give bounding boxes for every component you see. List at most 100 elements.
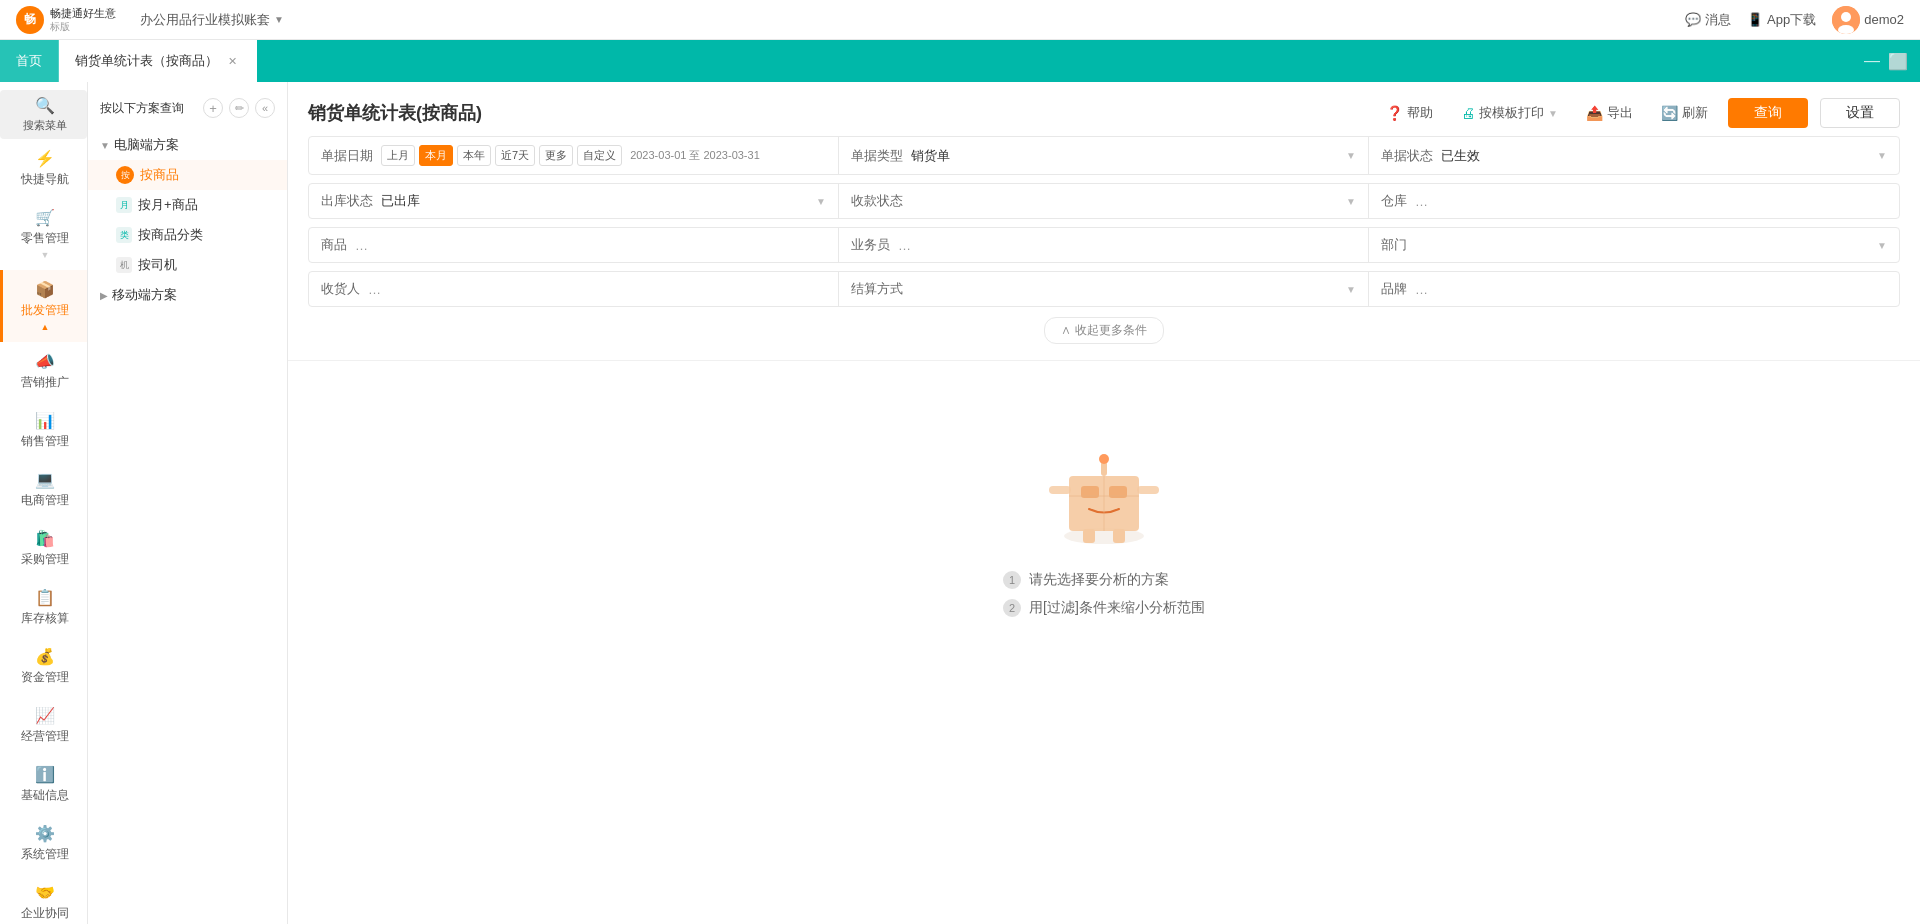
empty-hint-2: 2 用[过滤]条件来缩小分析范围: [1003, 599, 1205, 617]
print-icon: 🖨: [1461, 105, 1475, 121]
page-title-bar: 销货单统计表(按商品) ❓ 帮助 🖨 按模板打印 ▼ 📤 导出: [288, 82, 1920, 136]
purchase-label: 采购管理: [21, 551, 69, 568]
workspace-name: 办公用品行业模拟账套: [140, 11, 270, 29]
empty-hint-1: 1 请先选择要分析的方案: [1003, 571, 1205, 589]
pc-tree-arrow: ▼: [100, 140, 110, 151]
filter-cell-warehouse[interactable]: 仓库 …: [1369, 184, 1899, 218]
content-area: 按以下方案查询 + ✏ « ▼ 电脑端方案 按 按商品 月: [88, 82, 1920, 924]
sidebar-item-purchase[interactable]: 🛍️ 采购管理: [0, 519, 87, 578]
message-icon: 💬: [1685, 12, 1701, 27]
warehouse-label: 仓库: [1381, 192, 1407, 210]
tab-restore-button[interactable]: ⬜: [1888, 52, 1908, 71]
date-btn-custom[interactable]: 自定义: [577, 145, 622, 166]
tree-child-by-month-goods[interactable]: 月 按月+商品: [88, 190, 287, 220]
filter-cell-payment-status[interactable]: 收款状态 ▼: [839, 184, 1369, 218]
print-dropdown-arrow: ▼: [1548, 108, 1558, 119]
tree-parent-mobile[interactable]: ▶ 移动端方案: [88, 280, 287, 310]
warehouse-icon: 机: [116, 257, 132, 273]
doc-status-label: 单据状态: [1381, 147, 1433, 165]
sidebar-item-retail[interactable]: 🛒 零售管理 ▼: [0, 198, 87, 270]
username-label: demo2: [1864, 12, 1904, 27]
by-goods-category-label: 按商品分类: [138, 226, 203, 244]
wholesale-expand-icon: ▲: [41, 322, 50, 332]
sidebar-item-quick-nav[interactable]: ⚡ 快捷导航: [0, 139, 87, 198]
filter-row-1: 单据日期 上月 本月 本年 近7天 更多 自定义 2023-03-01 至 20…: [308, 136, 1900, 175]
tree-parent-pc[interactable]: ▼ 电脑端方案: [88, 130, 287, 160]
message-button[interactable]: 💬 消息: [1685, 11, 1731, 29]
quick-nav-label: 快捷导航: [21, 171, 69, 188]
sidebar-item-search[interactable]: 🔍 搜索菜单: [0, 90, 87, 139]
filter-cell-settlement[interactable]: 结算方式 ▼: [839, 272, 1369, 306]
query-button[interactable]: 查询: [1728, 98, 1808, 128]
logo-area[interactable]: 畅 畅捷通好生意 标版: [16, 6, 116, 34]
filter-cell-doc-type[interactable]: 单据类型 销货单 ▼: [839, 137, 1369, 174]
sidebar-item-finance[interactable]: 💰 资金管理: [0, 637, 87, 696]
tab-sales-stats[interactable]: 销货单统计表（按商品） ✕: [59, 40, 257, 82]
settlement-arrow: ▼: [1346, 284, 1356, 295]
marketing-icon: 📣: [35, 352, 55, 371]
doc-type-arrow: ▼: [1346, 150, 1356, 161]
page-title: 销货单统计表(按商品): [308, 101, 482, 125]
filter-cell-receiver[interactable]: 收货人 …: [309, 272, 839, 306]
main-layout: 🔍 搜索菜单 ⚡ 快捷导航 🛒 零售管理 ▼ 📦 批发管理 ▲ 📣 营销推广 📊…: [0, 82, 1920, 924]
refresh-icon: 🔄: [1661, 105, 1678, 121]
quick-nav-icon: ⚡: [35, 149, 55, 168]
sidebar-item-basic-info[interactable]: ℹ️ 基础信息: [0, 755, 87, 814]
workspace-selector[interactable]: 办公用品行业模拟账套 ▼: [140, 11, 284, 29]
sidebar-item-system[interactable]: ⚙️ 系统管理: [0, 814, 87, 873]
purchase-icon: 🛍️: [35, 529, 55, 548]
sidebar-item-wholesale[interactable]: 📦 批发管理 ▲: [0, 270, 87, 342]
refresh-button[interactable]: 🔄 刷新: [1653, 100, 1716, 126]
inventory-label: 库存核算: [21, 610, 69, 627]
filter-cell-salesman[interactable]: 业务员 …: [839, 228, 1369, 262]
tree-child-by-goods[interactable]: 按 按商品: [88, 160, 287, 190]
panel-actions: + ✏ «: [203, 98, 275, 118]
sidebar-item-ecom[interactable]: 💻 电商管理: [0, 460, 87, 519]
marketing-label: 营销推广: [21, 374, 69, 391]
system-icon: ⚙️: [35, 824, 55, 843]
sidebar-item-enterprise[interactable]: 🤝 企业协同: [0, 873, 87, 924]
doc-type-label: 单据类型: [851, 147, 903, 165]
filter-cell-goods[interactable]: 商品 …: [309, 228, 839, 262]
panel-add-button[interactable]: +: [203, 98, 223, 118]
tab-home[interactable]: 首页: [0, 40, 59, 82]
date-btn-last-month[interactable]: 上月: [381, 145, 415, 166]
help-button[interactable]: ❓ 帮助: [1378, 100, 1441, 126]
panel-edit-button[interactable]: ✏: [229, 98, 249, 118]
sidebar-item-inventory[interactable]: 📋 库存核算: [0, 578, 87, 637]
template-print-button[interactable]: 🖨 按模板打印 ▼: [1453, 100, 1566, 126]
tree-child-by-goods-category[interactable]: 类 按商品分类: [88, 220, 287, 250]
filter-cell-doc-status[interactable]: 单据状态 已生效 ▼: [1369, 137, 1899, 174]
tab-close-button[interactable]: ✕: [224, 53, 240, 69]
out-status-label: 出库状态: [321, 192, 373, 210]
filter-cell-out-status[interactable]: 出库状态 已出库 ▼: [309, 184, 839, 218]
hint-text-2: 用[过滤]条件来缩小分析范围: [1029, 599, 1205, 617]
sidebar-item-ops[interactable]: 📈 经营管理: [0, 696, 87, 755]
date-btn-more[interactable]: 更多: [539, 145, 573, 166]
app-download-button[interactable]: 📱 App下载: [1747, 11, 1816, 29]
wholesale-label: 批发管理: [21, 302, 69, 319]
sidebar: 🔍 搜索菜单 ⚡ 快捷导航 🛒 零售管理 ▼ 📦 批发管理 ▲ 📣 营销推广 📊…: [0, 82, 88, 924]
ecom-icon: 💻: [35, 470, 55, 489]
print-label: 按模板打印: [1479, 104, 1544, 122]
date-btn-this-year[interactable]: 本年: [457, 145, 491, 166]
filter-cell-brand[interactable]: 品牌 …: [1369, 272, 1899, 306]
date-btn-7days[interactable]: 近7天: [495, 145, 535, 166]
filter-cell-dept[interactable]: 部门 ▼: [1369, 228, 1899, 262]
sidebar-item-sales-mgmt[interactable]: 📊 销售管理: [0, 401, 87, 460]
by-month-goods-label: 按月+商品: [138, 196, 198, 214]
logo-icon: 畅: [16, 6, 44, 34]
user-menu[interactable]: demo2: [1832, 6, 1904, 34]
export-button[interactable]: 📤 导出: [1578, 100, 1641, 126]
svg-rect-11: [1083, 529, 1095, 543]
collapse-more-button[interactable]: ∧ 收起更多条件: [1044, 317, 1163, 344]
retail-icon: 🛒: [35, 208, 55, 227]
tree-child-by-warehouse[interactable]: 机 按司机: [88, 250, 287, 280]
date-btn-this-month[interactable]: 本月: [419, 145, 453, 166]
panel-collapse-button[interactable]: «: [255, 98, 275, 118]
finance-label: 资金管理: [21, 669, 69, 686]
hint-text-1: 请先选择要分析的方案: [1029, 571, 1169, 589]
settings-button[interactable]: 设置: [1820, 98, 1900, 128]
sidebar-item-marketing[interactable]: 📣 营销推广: [0, 342, 87, 401]
tab-minimize-button[interactable]: —: [1864, 52, 1880, 70]
